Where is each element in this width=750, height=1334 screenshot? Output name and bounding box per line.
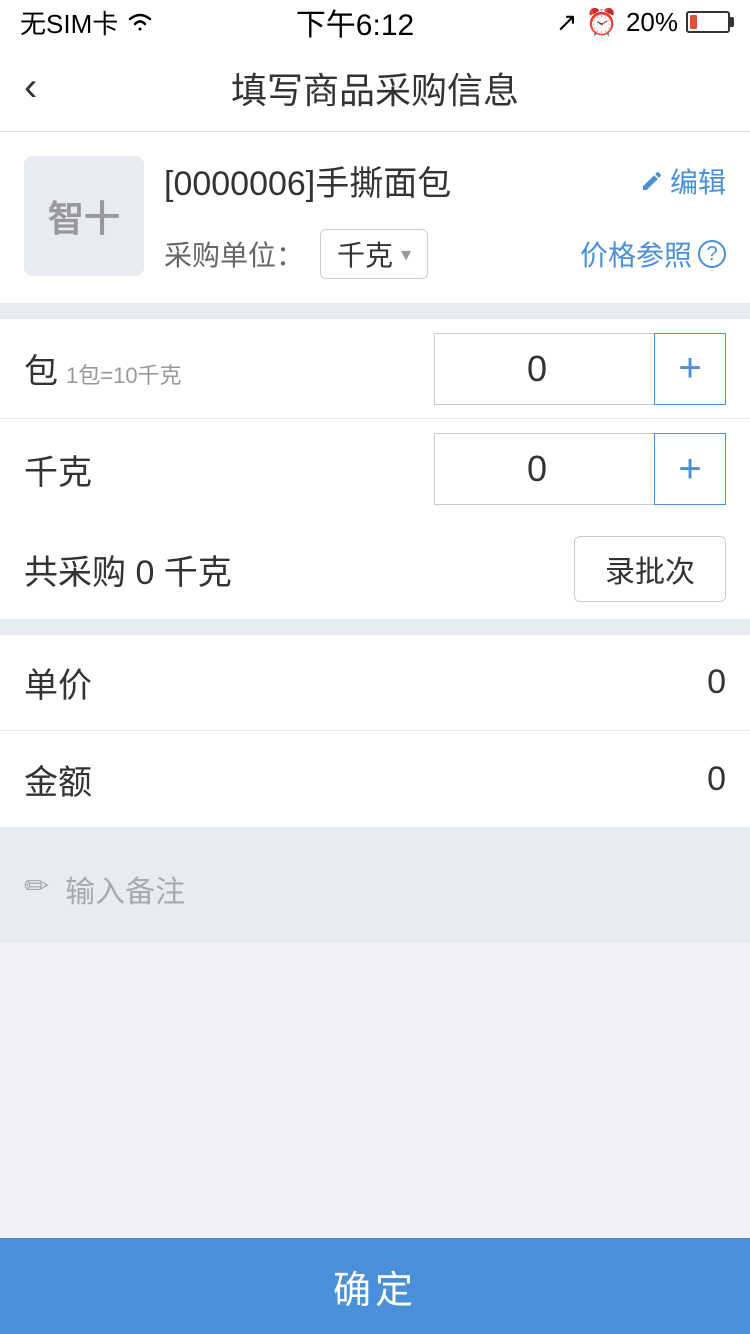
status-time: 下午6:12 — [296, 0, 414, 44]
bag-row: 包1包=10千克 + — [0, 319, 750, 419]
battery-percent: 20% — [626, 7, 678, 38]
unit-price-label: 单价 — [24, 658, 92, 707]
edit-button[interactable]: 编辑 — [640, 161, 726, 201]
nav-bar: ‹ 填写商品采购信息 — [0, 44, 750, 132]
content-area: 智十 [0000006]手撕面包 编辑 采购单位： 千克 ▾ 价格 — [0, 132, 750, 1039]
note-section[interactable]: ✏ 输入备注 — [0, 843, 750, 943]
confirm-button[interactable]: 确定 — [0, 1238, 750, 1334]
product-full-name: [0000006]手撕面包 — [164, 156, 451, 205]
edit-label: 编辑 — [670, 161, 726, 201]
section-divider-3 — [0, 827, 750, 843]
kg-input[interactable] — [434, 433, 654, 505]
section-divider-2 — [0, 619, 750, 635]
summary-row: 共采购 0 千克 录批次 — [0, 519, 750, 619]
status-right: ↗ ⏰ 20% — [556, 7, 730, 38]
product-logo-text: 智十 — [48, 190, 120, 242]
product-unit-row: 采购单位： 千克 ▾ 价格参照 ? — [164, 229, 726, 279]
kg-row: 千克 + — [0, 419, 750, 519]
price-ref-label: 价格参照 — [580, 234, 692, 274]
product-image: 智十 — [24, 156, 144, 276]
battery-icon — [686, 11, 730, 33]
unit-price-value: 0 — [707, 663, 726, 702]
bag-input[interactable] — [434, 333, 654, 405]
amount-label: 金额 — [24, 755, 92, 804]
unit-label: 采购单位： — [164, 234, 304, 274]
price-ref-button[interactable]: 价格参照 ? — [580, 234, 726, 274]
summary-text: 共采购 0 千克 — [24, 545, 232, 594]
kg-label: 千克 — [24, 445, 144, 494]
alarm-icon: ⏰ — [586, 7, 618, 38]
carrier-text: 无SIM卡 — [20, 4, 118, 41]
back-button[interactable]: ‹ — [24, 65, 37, 110]
product-info: [0000006]手撕面包 编辑 采购单位： 千克 ▾ 价格参照 ? — [164, 156, 726, 279]
location-icon: ↗ — [556, 7, 578, 38]
bag-input-wrap: + — [434, 333, 726, 405]
bag-label: 包1包=10千克 — [24, 344, 182, 393]
page-title: 填写商品采购信息 — [231, 62, 519, 114]
form-section: 包1包=10千克 + 千克 + — [0, 319, 750, 519]
chevron-down-icon: ▾ — [401, 242, 411, 267]
product-name-row: [0000006]手撕面包 编辑 — [164, 156, 726, 205]
edit-icon — [640, 169, 664, 193]
price-section: 单价 0 金额 0 — [0, 635, 750, 827]
kg-input-wrap: + — [434, 433, 726, 505]
unit-value: 千克 — [337, 234, 393, 274]
section-divider-1 — [0, 303, 750, 319]
batch-button[interactable]: 录批次 — [574, 536, 726, 602]
unit-select[interactable]: 千克 ▾ — [320, 229, 428, 279]
product-card: 智十 [0000006]手撕面包 编辑 采购单位： 千克 ▾ 价格 — [0, 132, 750, 303]
amount-row: 金额 0 — [0, 731, 750, 827]
kg-plus-button[interactable]: + — [654, 433, 726, 505]
bag-plus-button[interactable]: + — [654, 333, 726, 405]
unit-price-row: 单价 0 — [0, 635, 750, 731]
info-icon: ? — [698, 240, 726, 268]
status-bar: 无SIM卡 下午6:12 ↗ ⏰ 20% — [0, 0, 750, 44]
pencil-icon: ✏ — [24, 869, 49, 904]
status-left: 无SIM卡 — [20, 4, 154, 41]
wifi-icon — [126, 11, 154, 33]
note-placeholder-text: 输入备注 — [65, 867, 185, 911]
bag-sublabel: 1包=10千克 — [66, 363, 182, 388]
amount-value: 0 — [707, 760, 726, 799]
